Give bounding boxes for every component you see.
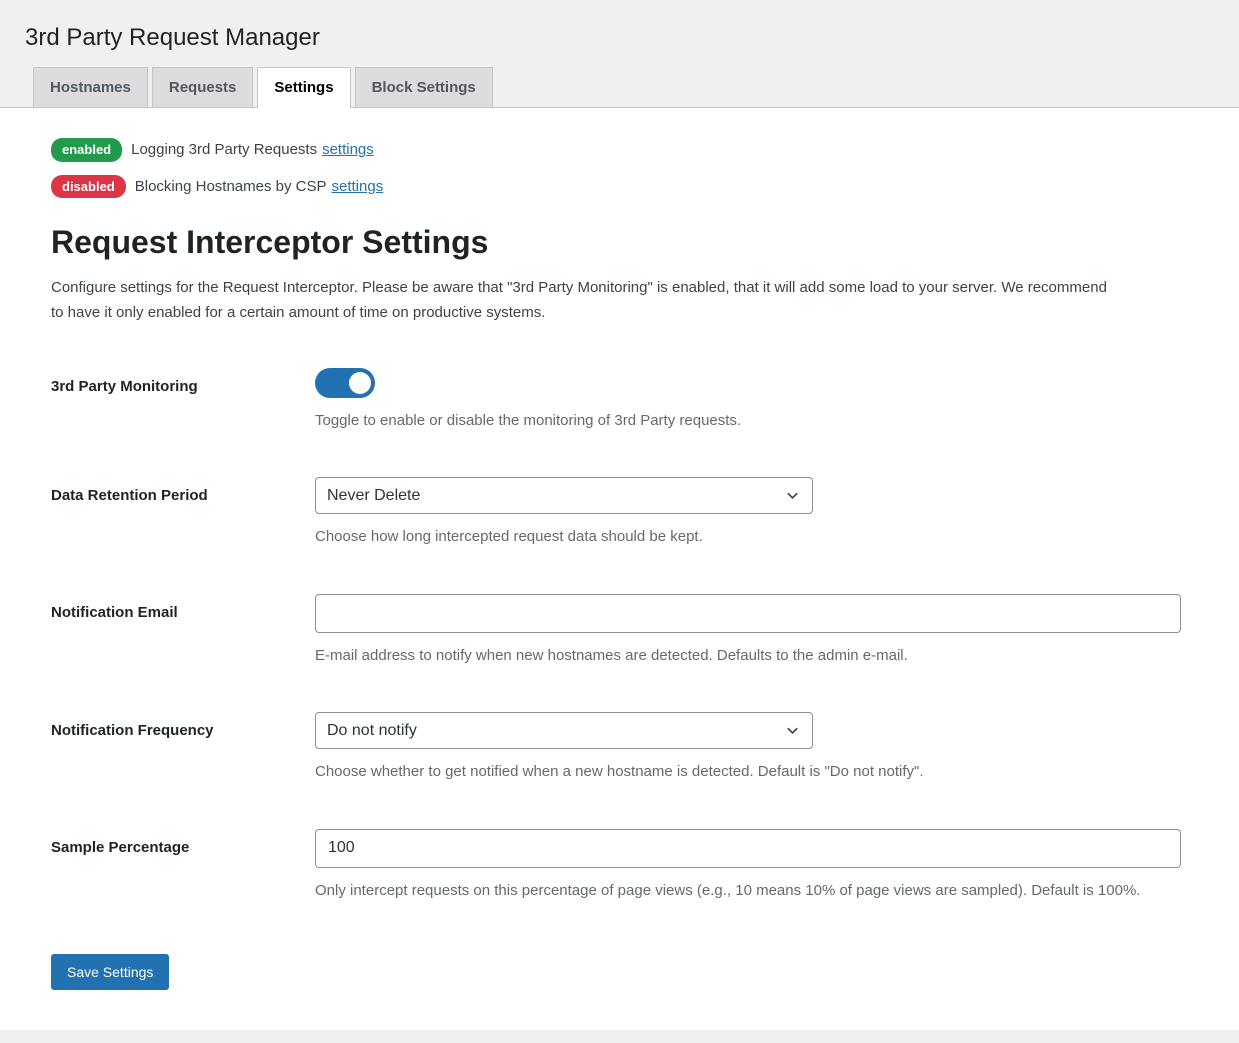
monitoring-description: Toggle to enable or disable the monitori… bbox=[315, 411, 742, 429]
toggle-knob-icon bbox=[349, 371, 371, 394]
sample-label: Sample Percentage bbox=[51, 838, 190, 856]
monitoring-control: Toggle to enable or disable the monitori… bbox=[315, 367, 1181, 434]
logging-status-text: Logging 3rd Party Requests bbox=[131, 141, 318, 159]
sample-percentage-input[interactable] bbox=[315, 828, 1181, 868]
form-row-frequency: Notification Frequency Do not notify Cho… bbox=[51, 712, 1181, 785]
tab-bar: Hostnames Requests Settings Block Settin… bbox=[0, 67, 1239, 109]
enabled-status-badge: enabled bbox=[51, 138, 123, 162]
monitoring-toggle[interactable] bbox=[315, 367, 375, 398]
retention-label: Data Retention Period bbox=[51, 487, 208, 505]
status-row-logging: enabled Logging 3rd Party Requests setti… bbox=[51, 138, 1181, 162]
tab-settings[interactable]: Settings bbox=[257, 67, 351, 109]
frequency-select-value: Do not notify bbox=[327, 721, 417, 739]
logging-settings-link[interactable]: settings bbox=[322, 141, 374, 158]
form-row-email: Notification Email E-mail address to not… bbox=[51, 593, 1181, 669]
monitoring-label: 3rd Party Monitoring bbox=[51, 377, 198, 395]
frequency-select[interactable]: Do not notify bbox=[315, 712, 813, 750]
sample-control: Only intercept requests on this percenta… bbox=[315, 828, 1181, 904]
frequency-description: Choose whether to get notified when a ne… bbox=[315, 763, 924, 781]
page-header: 3rd Party Request Manager bbox=[0, 0, 1239, 53]
form-row-monitoring: 3rd Party Monitoring Toggle to enable or… bbox=[51, 367, 1181, 434]
sample-description: Only intercept requests on this percenta… bbox=[315, 881, 1141, 899]
chevron-down-icon bbox=[787, 492, 798, 500]
section-heading: Request Interceptor Settings bbox=[51, 224, 489, 261]
retention-description: Choose how long intercepted request data… bbox=[315, 528, 703, 546]
form-row-retention: Data Retention Period Never Delete Choos… bbox=[51, 477, 1181, 550]
settings-panel: enabled Logging 3rd Party Requests setti… bbox=[0, 108, 1239, 1031]
disabled-status-badge: disabled bbox=[51, 174, 126, 199]
frequency-control: Do not notify Choose whether to get noti… bbox=[315, 712, 1181, 785]
blocking-settings-link[interactable]: settings bbox=[332, 178, 384, 195]
email-label: Notification Email bbox=[51, 603, 178, 621]
chevron-down-icon bbox=[787, 727, 798, 735]
frequency-label: Notification Frequency bbox=[51, 722, 214, 740]
page-title: 3rd Party Request Manager bbox=[25, 24, 320, 51]
retention-select[interactable]: Never Delete bbox=[315, 477, 813, 515]
status-row-blocking: disabled Blocking Hostnames by CSP setti… bbox=[51, 174, 1181, 199]
tab-requests[interactable]: Requests bbox=[151, 67, 254, 109]
save-settings-button[interactable]: Save Settings bbox=[51, 954, 170, 991]
form-row-sample: Sample Percentage Only intercept request… bbox=[51, 828, 1181, 904]
tab-block-settings[interactable]: Block Settings bbox=[354, 67, 493, 109]
tab-hostnames[interactable]: Hostnames bbox=[33, 67, 148, 109]
email-description: E-mail address to notify when new hostna… bbox=[315, 646, 908, 664]
retention-select-value: Never Delete bbox=[327, 486, 421, 504]
section-description: Configure settings for the Request Inter… bbox=[51, 279, 1107, 322]
retention-control: Never Delete Choose how long intercepted… bbox=[315, 477, 1181, 550]
email-control: E-mail address to notify when new hostna… bbox=[315, 593, 1181, 669]
blocking-status-text: Blocking Hostnames by CSP bbox=[134, 178, 327, 196]
notification-email-input[interactable] bbox=[315, 593, 1181, 633]
